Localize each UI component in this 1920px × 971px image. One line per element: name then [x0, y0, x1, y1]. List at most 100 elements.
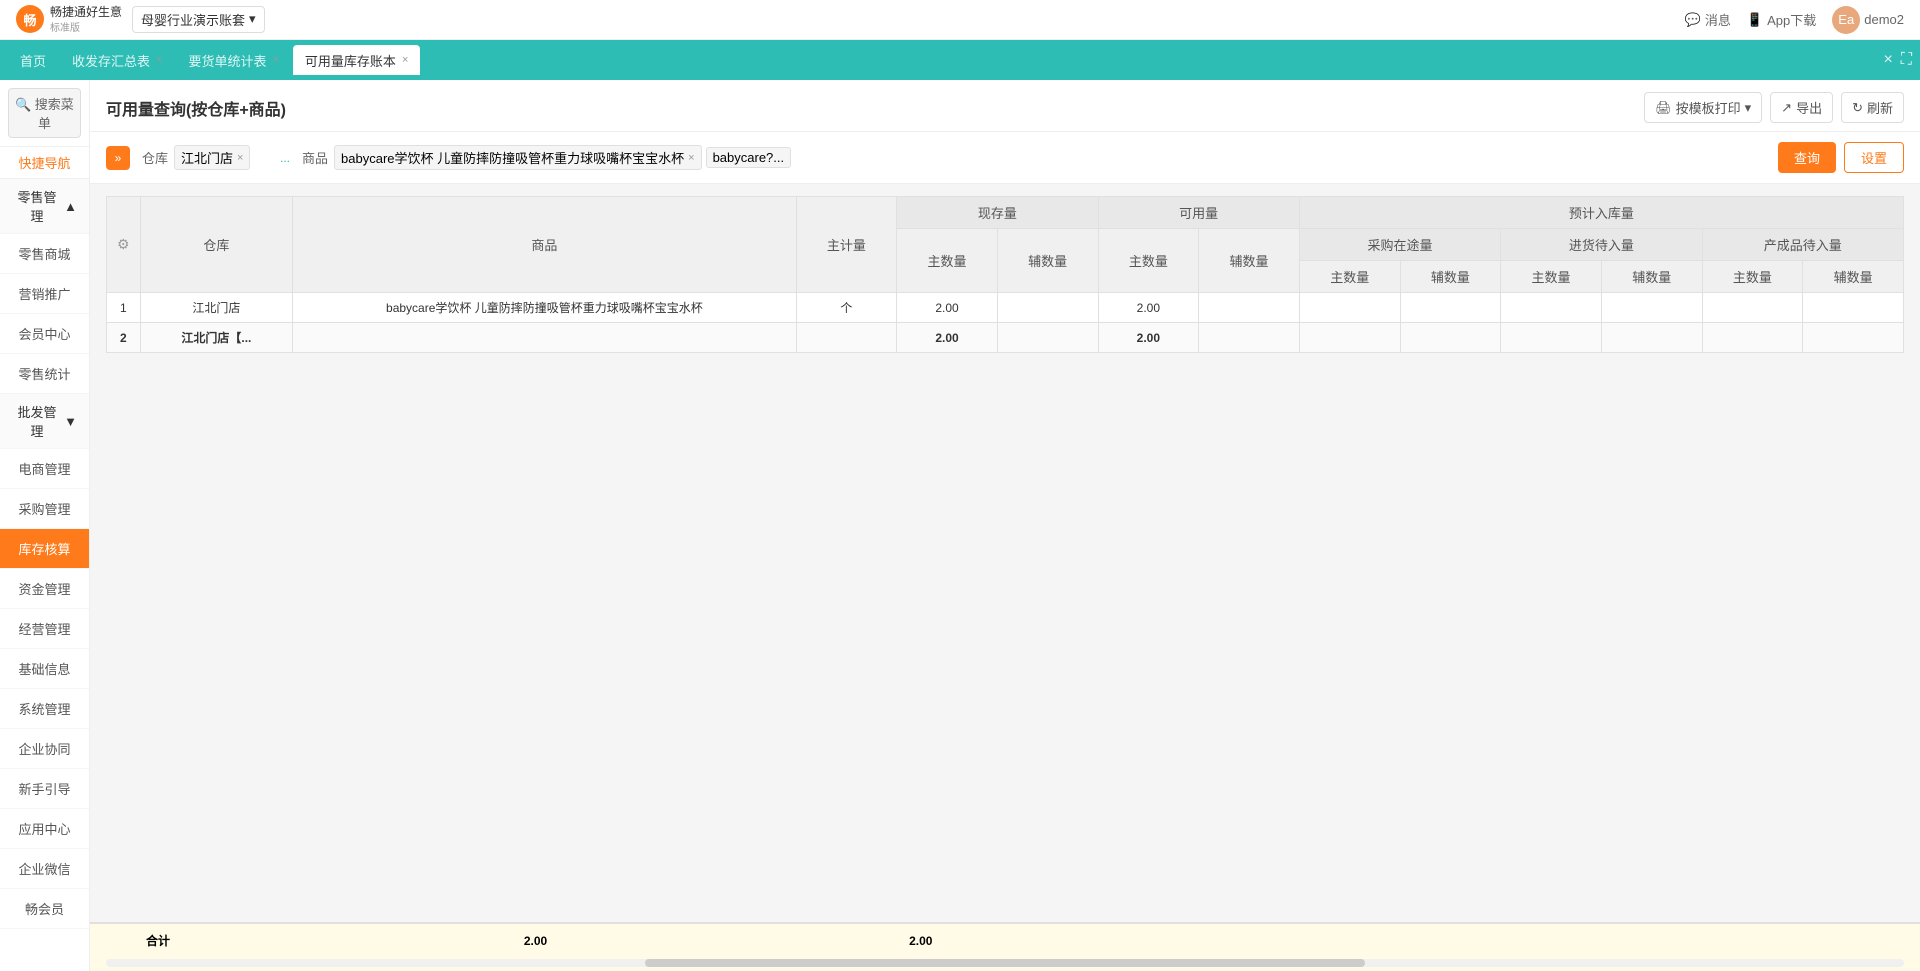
sidebar-item-finance-mgmt[interactable]: 资金管理: [0, 569, 89, 609]
nav-tab-actions: × ⛶: [1883, 51, 1912, 69]
footer-finished-pending-aux: [1782, 924, 1904, 957]
row2-inbound-pending-main: [1501, 323, 1602, 353]
row1-available-main: 2.00: [1098, 293, 1199, 323]
sidebar-item-member-center[interactable]: 会员中心: [0, 314, 89, 354]
row1-inbound-pending-main: [1501, 293, 1602, 323]
row2-purchase-transit-main: [1299, 323, 1400, 353]
system-mgmt-label: 系统管理: [18, 699, 70, 718]
enterprise-collab-label: 企业协同: [18, 739, 70, 758]
sidebar-item-retail-mgmt[interactable]: 零售管理 ▲: [0, 179, 89, 234]
row2-available-aux: [1199, 323, 1300, 353]
row1-purchase-transit-main: [1299, 293, 1400, 323]
row1-current-main: 2.00: [897, 293, 998, 323]
product-tag-2-text: babycare?...: [713, 150, 785, 165]
table-area: ⚙ 仓库 商品 主计量 现存量: [90, 184, 1920, 922]
footer-empty-1: [106, 924, 136, 957]
basic-info-label: 基础信息: [18, 659, 70, 678]
sidebar-item-enterprise-wechat[interactable]: 企业微信: [0, 849, 89, 889]
search-icon: 🔍: [15, 97, 31, 112]
footer-finished-pending-main: [1661, 924, 1783, 957]
row1-product: babycare学饮杯 儿童防摔防撞吸管杯重力球吸嘴杯宝宝水杯: [293, 293, 796, 323]
export-icon: ↗: [1781, 100, 1792, 116]
row1-unit: 个: [796, 293, 897, 323]
footer-inbound-pending-aux: [1539, 924, 1661, 957]
page-header-actions: 🖨 按模板打印 ▾ ↗ 导出 ↻ 刷新: [1644, 92, 1904, 123]
table-available-header: 可用量: [1098, 197, 1299, 229]
sidebar-item-new-guide[interactable]: 新手引导: [0, 769, 89, 809]
purchase-mgmt-label: 采购管理: [18, 499, 70, 518]
search-menu-btn[interactable]: 🔍 搜索菜单: [8, 88, 81, 138]
sidebar-item-marketing[interactable]: 营销推广: [0, 274, 89, 314]
row2-product: [293, 323, 796, 353]
marketing-label: 营销推广: [18, 284, 70, 303]
settings-icon[interactable]: ⚙: [117, 236, 130, 252]
tab-order-stats-close[interactable]: ×: [272, 54, 278, 66]
tab-order-stats[interactable]: 要货单统计表 ×: [176, 45, 290, 75]
sidebar-item-inventory-check[interactable]: 库存核算: [0, 529, 89, 569]
retail-mall-label: 零售商城: [18, 244, 70, 263]
filter-expand-btn[interactable]: »: [106, 146, 130, 170]
sidebar-item-operations-mgmt[interactable]: 经营管理: [0, 609, 89, 649]
query-btn[interactable]: 查询: [1778, 142, 1836, 173]
close-all-btn[interactable]: ×: [1883, 51, 1892, 69]
quick-nav-label: 快捷导航: [18, 156, 70, 171]
product-filter-group: 商品 babycare学饮杯 儿童防摔防撞吸管杯重力球吸嘴杯宝宝水杯 × bab…: [302, 145, 791, 170]
sidebar: 🔍 搜索菜单 快捷导航 零售管理 ▲ 零售商城 营销推广 会员中心 零售统计 批…: [0, 80, 90, 971]
sidebar-quick-nav[interactable]: 快捷导航: [0, 147, 89, 179]
sidebar-item-changyuan[interactable]: 畅会员: [0, 889, 89, 929]
fullscreen-btn[interactable]: ⛶: [1901, 51, 1912, 69]
inventory-check-label: 库存核算: [18, 539, 70, 558]
message-btn[interactable]: 💬 消息: [1685, 10, 1731, 29]
org-selector[interactable]: 母婴行业演示账套 ▾: [132, 6, 265, 33]
row2-purchase-transit-aux: [1400, 323, 1501, 353]
sidebar-item-app-center[interactable]: 应用中心: [0, 809, 89, 849]
sidebar-item-system-mgmt[interactable]: 系统管理: [0, 689, 89, 729]
sidebar-item-ecommerce-mgmt[interactable]: 电商管理: [0, 449, 89, 489]
row2-warehouse: 江北门店【...: [140, 323, 293, 353]
tab-receive-send-close[interactable]: ×: [156, 54, 162, 66]
horizontal-scrollbar[interactable]: [106, 959, 1904, 967]
row2-num: 2: [107, 323, 141, 353]
dropdown-icon: ▾: [1745, 100, 1752, 116]
template-print-label: 按模板打印: [1676, 98, 1741, 117]
refresh-btn[interactable]: ↻ 刷新: [1841, 92, 1904, 123]
tab-receive-send-label: 收发存汇总表: [72, 51, 150, 70]
brand-sub: 标准版: [50, 19, 122, 34]
tab-receive-send[interactable]: 收发存汇总表 ×: [60, 45, 174, 75]
tab-available-stock[interactable]: 可用量库存账本 ×: [293, 45, 420, 75]
tab-home[interactable]: 首页: [8, 45, 58, 75]
sidebar-item-enterprise-collab[interactable]: 企业协同: [0, 729, 89, 769]
product-tag-1: babycare学饮杯 儿童防摔防撞吸管杯重力球吸嘴杯宝宝水杯 ×: [334, 145, 702, 170]
table-settings-header: ⚙: [107, 197, 141, 293]
product-tag-1-remove[interactable]: ×: [688, 152, 694, 164]
warehouse-filter-tags: 江北门店 ×: [174, 145, 274, 170]
setting-btn[interactable]: 设置: [1844, 142, 1904, 173]
export-btn[interactable]: ↗ 导出: [1770, 92, 1833, 123]
sidebar-item-retail-mall[interactable]: 零售商城: [0, 234, 89, 274]
table-product-header: 商品: [293, 197, 796, 293]
template-print-btn[interactable]: 🖨 按模板打印 ▾: [1644, 92, 1762, 123]
wholesale-mgmt-arrow: ▼: [64, 414, 77, 429]
purchase-transit-main-header: 主数量: [1299, 261, 1400, 293]
app-download-btn[interactable]: 📱 App下载: [1747, 10, 1816, 29]
new-guide-label: 新手引导: [18, 779, 70, 798]
row1-warehouse: 江北门店: [140, 293, 293, 323]
sidebar-item-retail-stats[interactable]: 零售统计: [0, 354, 89, 394]
table-footer: 合计 2.00 2.00: [90, 922, 1920, 971]
retail-mgmt-arrow: ▲: [64, 199, 77, 214]
warehouse-filter-more[interactable]: ...: [280, 151, 290, 165]
row2-available-main: 2.00: [1098, 323, 1199, 353]
tab-home-label: 首页: [20, 51, 46, 70]
user-menu[interactable]: Ea demo2: [1832, 6, 1904, 34]
content-area: 可用量查询(按仓库+商品) 🖨 按模板打印 ▾ ↗ 导出 ↻ 刷新 »: [90, 80, 1920, 971]
finished-pending-main-header: 主数量: [1702, 261, 1803, 293]
warehouse-tag-1-remove[interactable]: ×: [237, 152, 243, 164]
sidebar-item-basic-info[interactable]: 基础信息: [0, 649, 89, 689]
tab-available-stock-close[interactable]: ×: [402, 54, 408, 66]
sidebar-item-purchase-mgmt[interactable]: 采购管理: [0, 489, 89, 529]
sidebar-item-wholesale-mgmt[interactable]: 批发管理 ▼: [0, 394, 89, 449]
footer-row: 合计 2.00 2.00: [106, 924, 1904, 957]
org-name: 母婴行业演示账套: [141, 10, 245, 29]
data-table: ⚙ 仓库 商品 主计量 现存量: [106, 196, 1904, 353]
current-stock-aux-header: 辅数量: [997, 229, 1098, 293]
